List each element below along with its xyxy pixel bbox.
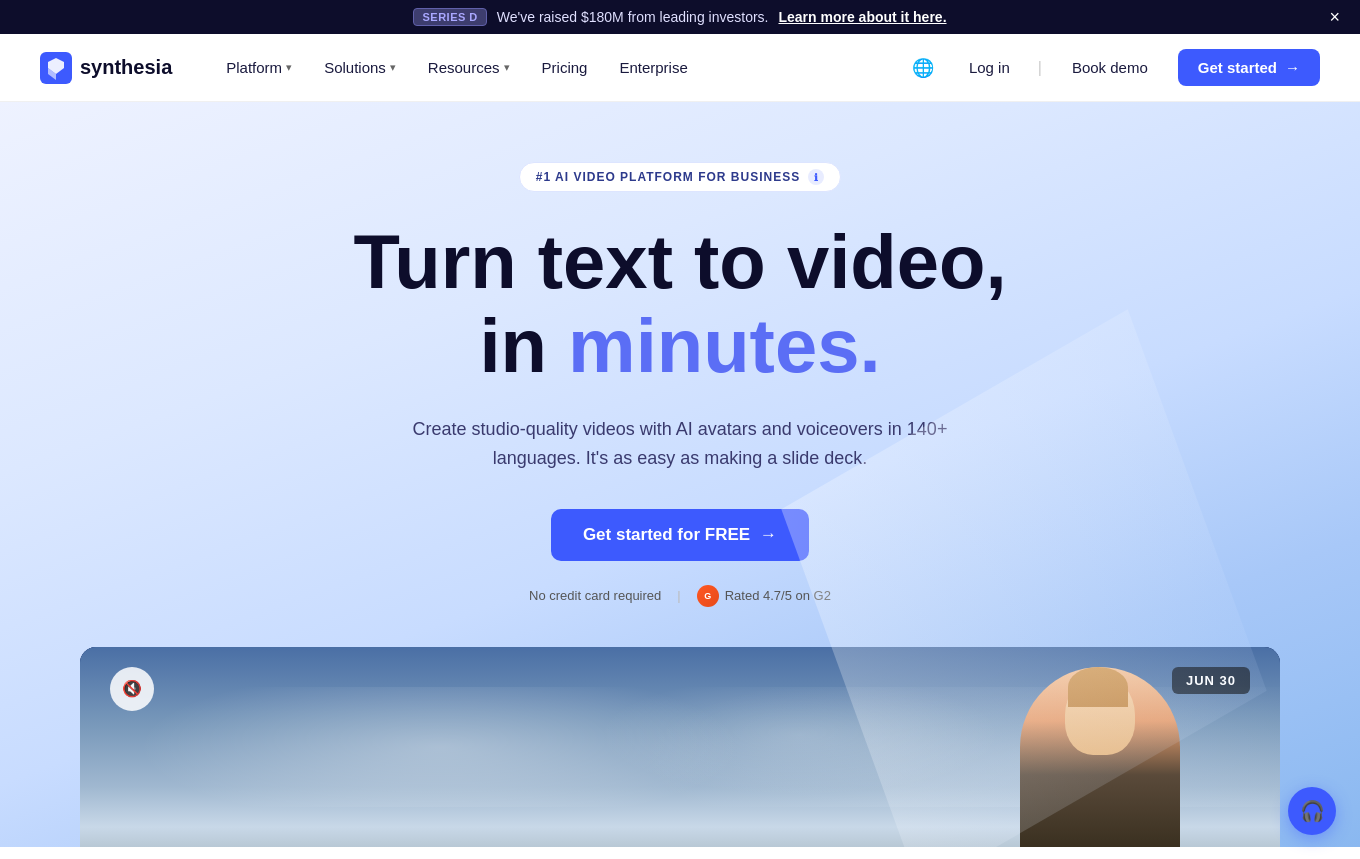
hero-title-in: in [479, 303, 568, 388]
nav-item-platform[interactable]: Platform ▾ [212, 51, 306, 84]
nav-label-platform: Platform [226, 59, 282, 76]
video-date-badge: JUN 30 [1172, 667, 1250, 694]
login-button[interactable]: Log in [953, 51, 1026, 84]
chevron-down-icon: ▾ [286, 61, 292, 74]
mute-button[interactable]: 🔇 [110, 667, 154, 711]
meta-divider: | [677, 588, 680, 603]
hero-section: #1 AI VIDEO PLATFORM FOR BUSINESS ℹ Turn… [0, 102, 1360, 847]
hero-video[interactable]: JUN 30 🔇 [80, 647, 1280, 847]
g2-rating-text: Rated 4.7/5 on G2 [725, 588, 831, 603]
hero-title-line2: in minutes. [353, 304, 1006, 388]
cta-label: Get started for FREE [583, 525, 750, 545]
no-credit-card-text: No credit card required [529, 588, 661, 603]
arrow-right-icon: → [760, 525, 777, 545]
nav-item-resources[interactable]: Resources ▾ [414, 51, 524, 84]
info-icon[interactable]: ℹ [808, 169, 824, 185]
nav-item-pricing[interactable]: Pricing [528, 51, 602, 84]
logo-text: synthesia [80, 56, 172, 79]
logo[interactable]: synthesia [40, 52, 172, 84]
announcement-text: We've raised $180M from leading investor… [497, 9, 769, 25]
book-demo-button[interactable]: Book demo [1054, 51, 1166, 84]
navbar: synthesia Platform ▾ Solutions ▾ Resourc… [0, 34, 1360, 102]
badge-text: #1 AI VIDEO PLATFORM FOR BUSINESS [536, 170, 800, 184]
announcement-link[interactable]: Learn more about it here. [778, 9, 946, 25]
get-started-nav-button[interactable]: Get started → [1178, 49, 1320, 86]
support-button[interactable]: 🎧 [1288, 787, 1336, 835]
hero-subtitle: Create studio-quality videos with AI ava… [390, 415, 970, 473]
announcement-bar: SERIES D We've raised $180M from leading… [0, 0, 1360, 34]
hero-title: Turn text to video, in minutes. [353, 220, 1006, 387]
nav-item-enterprise[interactable]: Enterprise [605, 51, 701, 84]
hero-title-accent: minutes. [568, 303, 881, 388]
nav-label-resources: Resources [428, 59, 500, 76]
video-person [1020, 667, 1180, 847]
nav-label-enterprise: Enterprise [619, 59, 687, 76]
chevron-down-icon: ▾ [390, 61, 396, 74]
hero-title-line1: Turn text to video, [353, 219, 1006, 304]
arrow-right-icon: → [1285, 59, 1300, 76]
series-badge: SERIES D [413, 8, 486, 26]
logo-icon [40, 52, 72, 84]
globe-button[interactable]: 🌐 [905, 50, 941, 86]
video-background: JUN 30 [80, 647, 1280, 847]
nav-label-pricing: Pricing [542, 59, 588, 76]
g2-badge: G Rated 4.7/5 on G2 [697, 585, 831, 607]
nav-separator: | [1038, 59, 1042, 77]
hero-badge: #1 AI VIDEO PLATFORM FOR BUSINESS ℹ [519, 162, 841, 192]
close-button[interactable]: × [1329, 8, 1340, 26]
chevron-down-icon: ▾ [504, 61, 510, 74]
cta-meta: No credit card required | G Rated 4.7/5 … [529, 585, 831, 607]
nav-label-solutions: Solutions [324, 59, 386, 76]
nav-right: 🌐 Log in | Book demo Get started → [905, 49, 1320, 86]
get-started-nav-label: Get started [1198, 59, 1277, 76]
cta-button[interactable]: Get started for FREE → [551, 509, 809, 561]
nav-links: Platform ▾ Solutions ▾ Resources ▾ Prici… [212, 51, 905, 84]
g2-icon: G [697, 585, 719, 607]
nav-item-solutions[interactable]: Solutions ▾ [310, 51, 410, 84]
